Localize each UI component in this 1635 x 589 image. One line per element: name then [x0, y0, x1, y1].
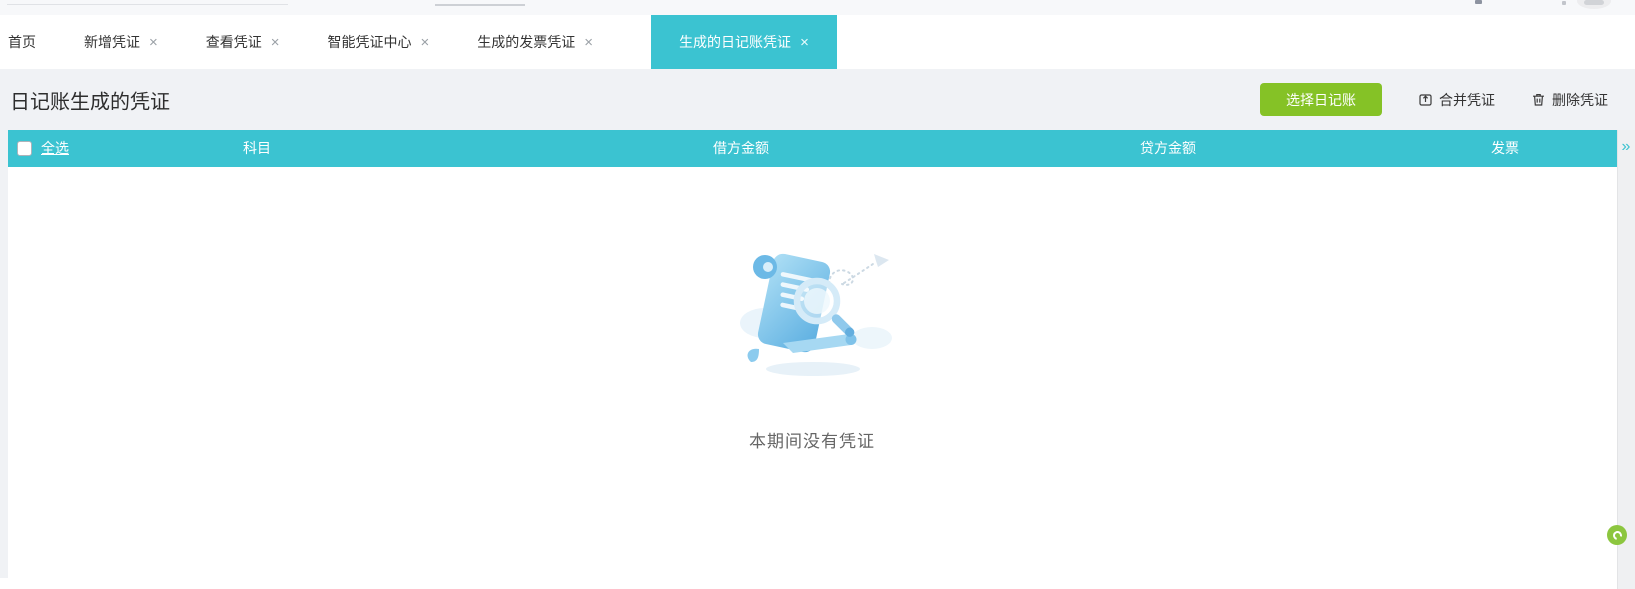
column-header-debit-amount: 借方金额 [713, 140, 769, 156]
tab-new-voucher[interactable]: 新增凭证 × [60, 15, 182, 69]
close-icon[interactable]: × [800, 35, 809, 50]
merge-voucher-icon [1418, 92, 1433, 107]
floating-help-button[interactable] [1607, 525, 1627, 545]
page-actions: 选择日记账 合并凭证 删除凭证 [1260, 69, 1608, 130]
merge-voucher-label: 合并凭证 [1439, 91, 1495, 108]
help-ring-icon [1610, 528, 1624, 542]
table-header: 全选 科目 借方金额 贷方金额 发票 [8, 130, 1617, 167]
page-title: 日记账生成的凭证 [10, 91, 170, 113]
tab-home[interactable]: 首页 [0, 15, 60, 69]
expand-panel-icon[interactable]: » [1618, 136, 1634, 158]
tab-label: 智能凭证中心 [327, 34, 412, 50]
select-journal-button[interactable]: 选择日记账 [1260, 83, 1382, 116]
delete-voucher-button[interactable]: 删除凭证 [1531, 90, 1608, 110]
select-all-checkbox[interactable] [17, 141, 32, 156]
collapsed-side-panel[interactable] [1617, 130, 1635, 589]
empty-state: 本期间没有凭证 [731, 245, 893, 452]
tab-smart-voucher-center[interactable]: 智能凭证中心 × [304, 15, 454, 69]
tab-label: 首页 [8, 34, 36, 50]
merge-voucher-button[interactable]: 合并凭证 [1418, 90, 1495, 110]
select-all-label[interactable]: 全选 [41, 130, 69, 167]
tab-invoice-vouchers[interactable]: 生成的发票凭证 × [453, 15, 617, 69]
mini-dot-icon [1562, 1, 1566, 5]
close-icon[interactable]: × [149, 35, 158, 50]
tab-label: 生成的日记账凭证 [679, 34, 792, 50]
close-icon[interactable]: × [584, 35, 593, 50]
tab-bar: 首页 新增凭证 × 查看凭证 × 智能凭证中心 × 生成的发票凭证 × 生成的日… [0, 15, 1635, 69]
bottom-scroll-area [0, 578, 1617, 589]
trash-icon [1531, 92, 1546, 107]
column-header-invoice: 发票 [1491, 140, 1519, 156]
tab-label: 查看凭证 [205, 34, 262, 50]
column-header-credit-amount: 贷方金额 [1140, 140, 1196, 156]
mini-icon [1475, 0, 1482, 4]
empty-state-text: 本期间没有凭证 [749, 432, 875, 451]
empty-illustration [731, 245, 893, 382]
tab-journal-vouchers[interactable]: 生成的日记账凭证 × [651, 15, 837, 69]
toolbar-divider-line [435, 4, 525, 6]
close-icon[interactable]: × [421, 35, 430, 50]
column-header-subject: 科目 [243, 140, 271, 156]
tab-label: 生成的发票凭证 [477, 34, 576, 50]
close-icon[interactable]: × [271, 35, 280, 50]
avatar-badge [1584, 0, 1604, 5]
top-toolbar-cutoff [0, 0, 1635, 15]
delete-voucher-label: 删除凭证 [1552, 91, 1608, 108]
page-header: 日记账生成的凭证 选择日记账 合并凭证 删除凭证 [0, 69, 1635, 130]
tab-label: 新增凭证 [84, 34, 140, 50]
toolbar-divider-line [7, 4, 288, 5]
tab-view-voucher[interactable]: 查看凭证 × [182, 15, 304, 69]
